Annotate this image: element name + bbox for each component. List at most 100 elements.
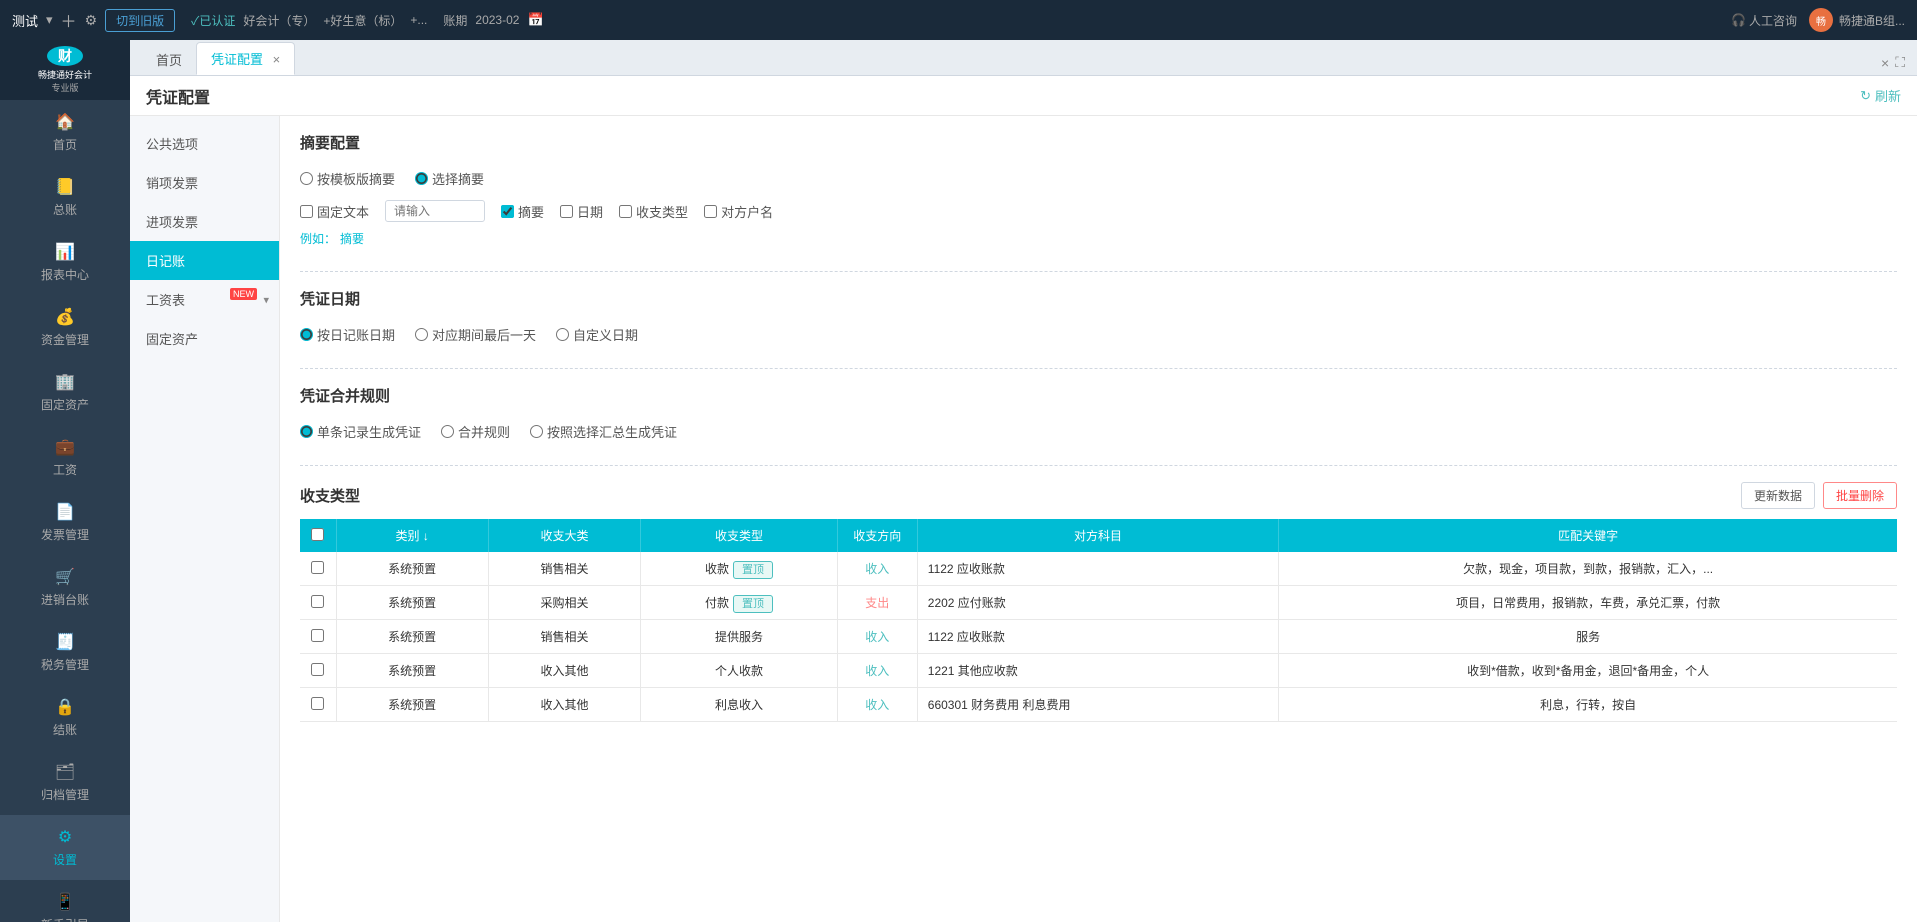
income-expense-table: 类别 ↓ 收支大类 收支类型 收支方向 [300,519,1897,722]
radio-journal-date[interactable]: 按日记账日期 [300,325,395,344]
checkbox-date-label: 日期 [577,202,603,221]
sidebar-item-guide[interactable]: 📱 新手引导 [0,880,130,922]
sidebar-item-ledger[interactable]: 📒 总账 [0,165,130,230]
radio-merge[interactable]: 合并规则 [441,422,510,441]
radio-select[interactable]: 选择摘要 [415,169,484,188]
radio-summary-gen-label: 按照选择汇总生成凭证 [547,422,677,441]
sidebar-item-tax[interactable]: 🧾 税务管理 [0,620,130,685]
row-checkbox-3[interactable] [311,663,324,676]
radio-custom-date-input[interactable] [556,328,569,341]
tax-icon: 🧾 [55,632,75,652]
sidebar: 财 畅捷通好会计 专业版 🏠 首页 📒 总账 📊 报表中心 💰 资金管理 🏢 固… [0,40,130,922]
user-area[interactable]: 畅 畅捷通B组... [1809,8,1905,32]
sidebar-item-invoice-mgmt[interactable]: 📄 发票管理 [0,490,130,555]
row-checkbox-0[interactable] [311,561,324,574]
nav-item-journal[interactable]: 日记账 [130,241,279,280]
summary-checkbox-row: 固定文本 摘要 日期 [300,200,1897,222]
page-header-right: ↻ 刷新 [1860,86,1901,105]
sidebar-label-reports: 报表中心 [41,266,89,283]
checkbox-counterpart-label: 对方户名 [721,202,773,221]
window-minimize-btn[interactable]: × [1881,55,1889,71]
income-expense-title: 收支类型 [300,485,360,506]
row-type-0: 收款置顶 [641,552,838,586]
sidebar-item-salary[interactable]: 💼 工资 [0,425,130,490]
radio-select-input[interactable] [415,172,428,185]
row-subject-2: 1122 应收账款 [917,620,1278,654]
override-badge-0[interactable]: 置顶 [733,561,773,579]
batch-delete-btn[interactable]: 批量删除 [1823,482,1897,509]
support-btn[interactable]: 🎧 人工咨询 [1731,12,1797,29]
radio-period-last[interactable]: 对应期间最后一天 [415,325,536,344]
tab-bar: 首页 凭证配置 × × ⛶ [130,40,1917,76]
row-checkbox-4[interactable] [311,697,324,710]
nav-item-fixed-assets[interactable]: 固定资产 [130,319,279,358]
sidebar-item-settings[interactable]: ⚙ 设置 [0,815,130,880]
row-checkbox-2[interactable] [311,629,324,642]
radio-single[interactable]: 单条记录生成凭证 [300,422,421,441]
row-checkbox-cell [300,654,336,688]
tab-home[interactable]: 首页 [142,44,196,75]
switch-old-btn[interactable]: 切到旧版 [105,9,175,32]
sidebar-item-closing[interactable]: 🔒 结账 [0,685,130,750]
tab-voucher-config-label: 凭证配置 [211,52,263,67]
checkbox-date-input[interactable] [560,205,573,218]
checkbox-fixed-text-input[interactable] [300,205,313,218]
update-data-btn[interactable]: 更新数据 [1741,482,1815,509]
row-subject-4: 660301 财务费用 利息费用 [917,688,1278,722]
row-keywords-1: 项目，日常费用，报销款，车费，承兑汇票，付款 [1279,586,1897,620]
row-major-0: 销售相关 [488,552,640,586]
radio-journal-date-label: 按日记账日期 [317,325,395,344]
row-category-0: 系统预置 [336,552,488,586]
radio-single-input[interactable] [300,425,313,438]
row-category-3: 系统预置 [336,654,488,688]
nav-item-payroll[interactable]: 工资表 NEW ▾ [130,280,279,319]
override-badge-1[interactable]: 置顶 [733,595,773,613]
sidebar-item-home[interactable]: 🏠 首页 [0,100,130,165]
checkbox-counterpart-input[interactable] [704,205,717,218]
nav-label-public: 公共选项 [146,137,198,152]
checkbox-income-type[interactable]: 收支类型 [619,202,688,221]
checkbox-fixed-text[interactable]: 固定文本 [300,202,369,221]
divider-3 [300,465,1897,466]
refresh-icon: ↻ [1860,88,1871,104]
nav-item-sales-invoice[interactable]: 销项发票 [130,163,279,202]
row-keywords-2: 服务 [1279,620,1897,654]
checkbox-date[interactable]: 日期 [560,202,603,221]
radio-journal-date-input[interactable] [300,328,313,341]
row-major-2: 销售相关 [488,620,640,654]
checkbox-income-type-input[interactable] [619,205,632,218]
nav-item-public[interactable]: 公共选项 [130,124,279,163]
dropdown-icon[interactable]: ▾ [46,12,53,28]
fixed-text-input[interactable] [385,200,485,222]
sidebar-item-assets[interactable]: 🏢 固定资产 [0,360,130,425]
calendar-icon[interactable]: 📅 [527,12,543,28]
checkbox-summary-input[interactable] [501,205,514,218]
add-icon[interactable]: ＋ [61,8,77,32]
checkbox-counterpart[interactable]: 对方户名 [704,202,773,221]
sidebar-item-purchase[interactable]: 🛒 进销台账 [0,555,130,620]
checkbox-summary[interactable]: 摘要 [501,202,544,221]
radio-period-last-input[interactable] [415,328,428,341]
radio-summary-gen-input[interactable] [530,425,543,438]
radio-template[interactable]: 按模板版摘要 [300,169,395,188]
sidebar-item-funds[interactable]: 💰 资金管理 [0,295,130,360]
select-all-checkbox[interactable] [311,528,324,541]
settings-icon[interactable]: ⚙ [85,12,98,29]
refresh-btn[interactable]: ↻ 刷新 [1860,86,1901,105]
tab-close-icon[interactable]: × [273,52,281,67]
window-maximize-btn[interactable]: ⛶ [1895,54,1905,71]
row-checkbox-1[interactable] [311,595,324,608]
funds-icon: 💰 [55,307,75,327]
sidebar-label-archive: 归档管理 [41,786,89,803]
radio-summary-gen[interactable]: 按照选择汇总生成凭证 [530,422,677,441]
voucher-date-title: 凭证日期 [300,288,1897,309]
radio-template-input[interactable] [300,172,313,185]
sidebar-item-archive[interactable]: 🗂 归档管理 [0,750,130,815]
table-row: 系统预置 收入其他 个人收款 收入 1221 其他应收款 收到*借款，收到*备用… [300,654,1897,688]
support-label: 人工咨询 [1749,12,1797,29]
radio-merge-input[interactable] [441,425,454,438]
sidebar-item-reports[interactable]: 📊 报表中心 [0,230,130,295]
radio-custom-date[interactable]: 自定义日期 [556,325,638,344]
nav-item-purchase-invoice[interactable]: 进项发票 [130,202,279,241]
tab-voucher-config[interactable]: 凭证配置 × [196,42,295,75]
